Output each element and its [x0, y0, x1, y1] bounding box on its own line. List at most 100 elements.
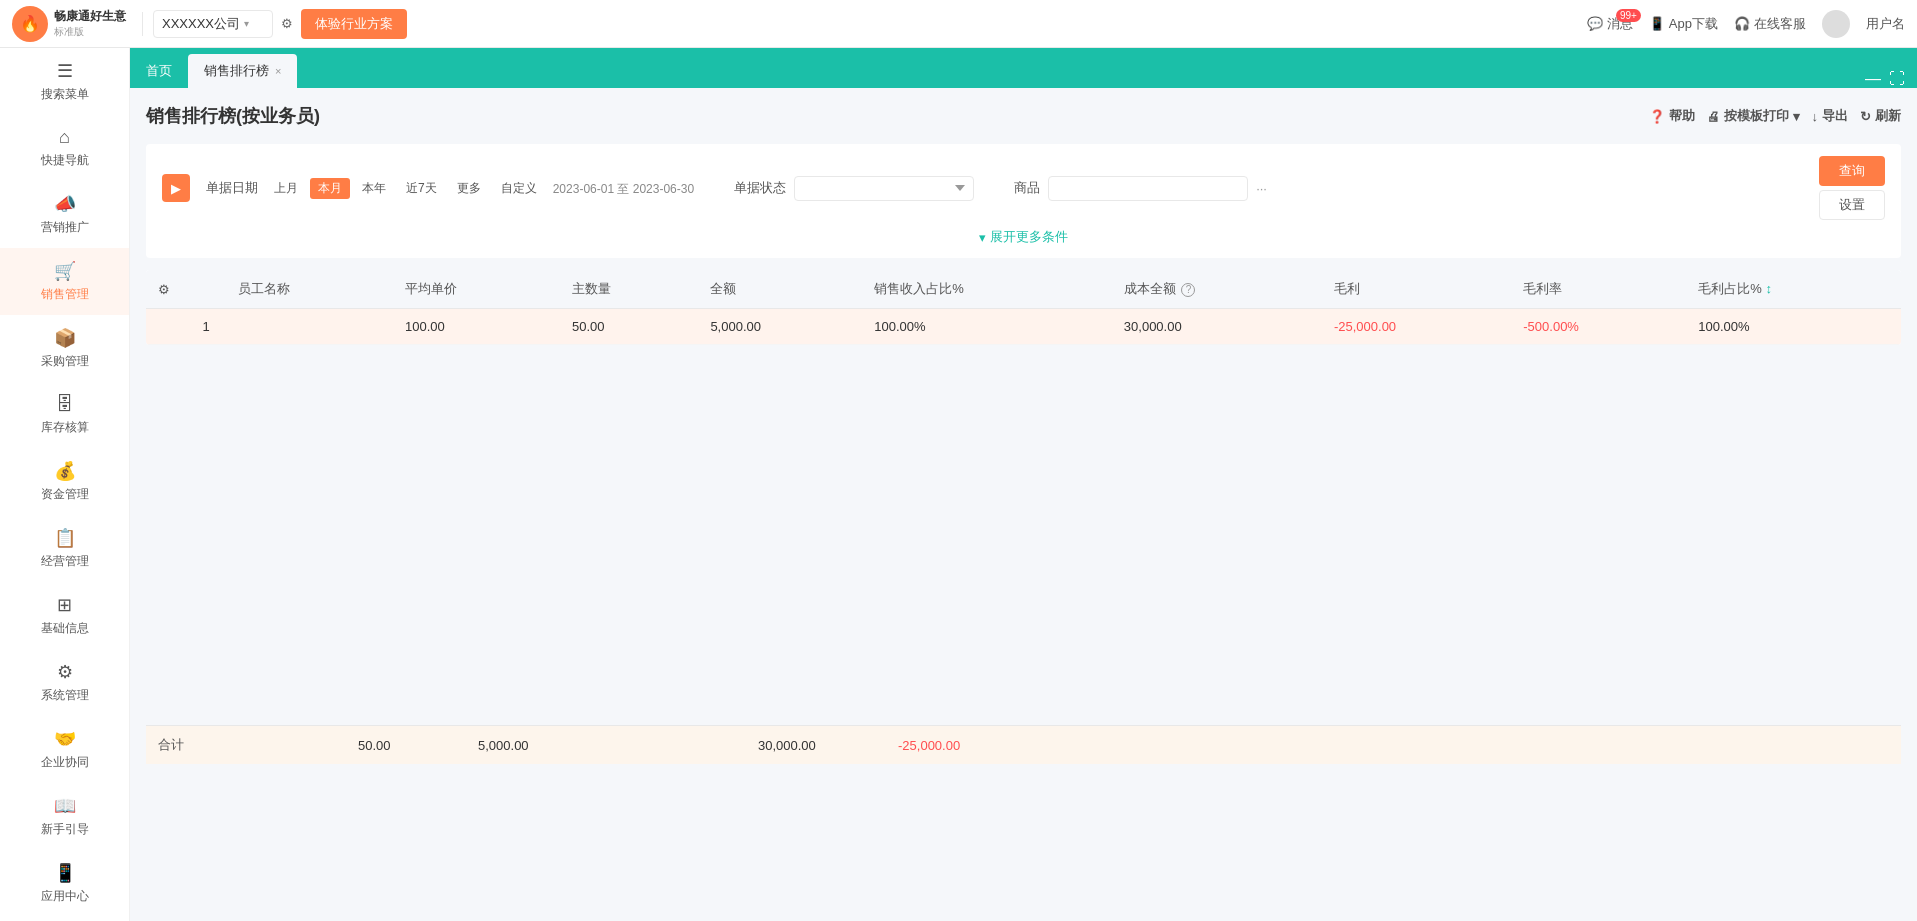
footer-row: 合计 50.00 5,000.00 30,000.00 -25,000.00: [158, 736, 1889, 754]
trial-button[interactable]: 体验行业方案: [301, 9, 407, 39]
sidebar-item-inventory[interactable]: 🗄 库存核算: [0, 382, 129, 448]
date-tab-this-year[interactable]: 本年: [354, 178, 394, 199]
message-badge: 99+: [1616, 9, 1641, 22]
status-filter: 单据状态: [734, 176, 974, 201]
system-icon: ⚙: [57, 661, 73, 683]
page-title: 销售排行榜(按业务员): [146, 104, 320, 128]
settings-button[interactable]: 设置: [1819, 190, 1885, 220]
footer-amount: 5,000.00: [478, 738, 618, 753]
th-cost: 成本全额 ?: [1112, 270, 1322, 309]
sidebar-item-search[interactable]: ☰ 搜索菜单: [0, 48, 129, 115]
sidebar-label-finance: 资金管理: [41, 486, 89, 503]
help-button[interactable]: ❓ 帮助: [1649, 107, 1695, 125]
brand-text: 畅康通好生意 标准版: [54, 8, 126, 39]
finance-icon: 💰: [54, 460, 76, 482]
template-print-button[interactable]: 🖨 按模板打印 ▾: [1707, 107, 1800, 125]
message-button[interactable]: 💬 消息 99+: [1587, 15, 1633, 33]
sidebar-label-operations: 经营管理: [41, 553, 89, 570]
expand-button[interactable]: ▾ 展开更多条件: [162, 228, 1885, 246]
row-gross: -25,000.00: [1322, 309, 1511, 345]
sidebar-label-sales: 销售管理: [41, 286, 89, 303]
sidebar-item-wechat[interactable]: 💬 企业微信: [0, 917, 129, 921]
date-tab-last-month[interactable]: 上月: [266, 178, 306, 199]
apps-icon: 📱: [54, 862, 76, 884]
print-chevron-icon: ▾: [1793, 109, 1800, 124]
row-name: [226, 309, 393, 345]
date-tab-more[interactable]: 更多: [449, 178, 489, 199]
date-tab-7days[interactable]: 近7天: [398, 178, 445, 199]
gross-pct-sort-icon[interactable]: ↕: [1765, 281, 1772, 296]
sidebar-item-guide[interactable]: 📖 新手引导: [0, 783, 129, 850]
row-gross-rate: -500.00%: [1511, 309, 1686, 345]
page-content: 销售排行榜(按业务员) ❓ 帮助 🖨 按模板打印 ▾ ↓: [130, 88, 1917, 921]
basic-info-icon: ⊞: [57, 594, 72, 616]
gear-button[interactable]: ⚙: [273, 10, 301, 38]
tab-minimize-icon[interactable]: —: [1865, 70, 1881, 88]
sidebar-label-guide: 新手引导: [41, 821, 89, 838]
avatar[interactable]: [1822, 10, 1850, 38]
expand-chevron-icon: ▾: [979, 230, 986, 245]
status-label: 单据状态: [734, 179, 786, 197]
date-tabs: 上月 本月 本年 近7天 更多 自定义: [266, 178, 545, 199]
data-table-container: ⚙ 员工名称 平均单价 主数量 全额 销售收入占比% 成本全额 ?: [146, 270, 1901, 345]
sidebar-item-marketing[interactable]: 📣 营销推广: [0, 181, 129, 248]
goods-input[interactable]: [1048, 176, 1248, 201]
sidebar-item-sales[interactable]: 🛒 销售管理: [0, 248, 129, 315]
th-settings[interactable]: ⚙: [146, 270, 186, 309]
more-filter-link[interactable]: ···: [1256, 181, 1267, 196]
top-bar: 🔥 畅康通好生意 标准版 XXXXXX公司 ▾ ⚙ 体验行业方案 💬 消息 99…: [0, 0, 1917, 48]
sidebar-label-quick-nav: 快捷导航: [41, 152, 89, 169]
main-area: ☰ 搜索菜单 ⌂ 快捷导航 📣 营销推广 🛒 销售管理 📦 采购管理 🗄 库: [0, 48, 1917, 921]
sidebar-item-system[interactable]: ⚙ 系统管理: [0, 649, 129, 716]
goods-filter: 商品 ···: [1014, 176, 1267, 201]
refresh-button[interactable]: ↻ 刷新: [1860, 107, 1901, 125]
company-selector[interactable]: XXXXXX公司 ▾: [153, 10, 273, 38]
status-select[interactable]: [794, 176, 974, 201]
tab-close-icon[interactable]: ×: [275, 65, 281, 77]
query-button[interactable]: 查询: [1819, 156, 1885, 186]
cost-info-icon[interactable]: ?: [1181, 283, 1195, 297]
sidebar-item-purchase[interactable]: 📦 采购管理: [0, 315, 129, 382]
company-name: XXXXXX公司: [162, 15, 240, 33]
sidebar-item-operations[interactable]: 📋 经营管理: [0, 515, 129, 582]
sidebar-item-enterprise[interactable]: 🤝 企业协同: [0, 716, 129, 783]
footer-gross: -25,000.00: [898, 738, 1038, 753]
th-amount: 全额: [698, 270, 862, 309]
purchase-icon: 📦: [54, 327, 76, 349]
date-tab-custom[interactable]: 自定义: [493, 178, 545, 199]
row-cost: 30,000.00: [1112, 309, 1322, 345]
footer-label: 合计: [158, 736, 358, 754]
sidebar-item-quick-nav[interactable]: ⌂ 快捷导航: [0, 115, 129, 181]
enterprise-icon: 🤝: [54, 728, 76, 750]
date-label: 单据日期: [206, 179, 258, 197]
row-avg-price: 100.00: [393, 309, 560, 345]
brand-logo: 🔥 畅康通好生意 标准版: [12, 6, 132, 42]
sidebar-label-apps: 应用中心: [41, 888, 89, 905]
tab-home[interactable]: 首页: [130, 54, 188, 88]
filter-expand-button[interactable]: ▶: [162, 174, 190, 202]
sidebar-item-basic-info[interactable]: ⊞ 基础信息: [0, 582, 129, 649]
sidebar-label-purchase: 采购管理: [41, 353, 89, 370]
online-service-button[interactable]: 🎧 在线客服: [1734, 15, 1806, 33]
sidebar-item-apps[interactable]: 📱 应用中心: [0, 850, 129, 917]
export-button[interactable]: ↓ 导出: [1812, 107, 1849, 125]
refresh-icon: ↻: [1860, 109, 1871, 124]
date-tab-this-month[interactable]: 本月: [310, 178, 350, 199]
tab-expand-icon[interactable]: ⛶: [1889, 70, 1905, 88]
data-table: ⚙ 员工名称 平均单价 主数量 全额 销售收入占比% 成本全额 ?: [146, 270, 1901, 345]
date-range: 2023-06-01 至 2023-06-30: [553, 181, 694, 198]
table-row: 1 100.00 50.00 5,000.00 100.00% 30,000.0…: [146, 309, 1901, 345]
table-footer: 合计 50.00 5,000.00 30,000.00 -25,000.00: [146, 725, 1901, 764]
sidebar-item-finance[interactable]: 💰 资金管理: [0, 448, 129, 515]
message-icon: 💬: [1587, 16, 1603, 31]
app-download-button[interactable]: 📱 App下载: [1649, 15, 1718, 33]
th-name: 员工名称: [226, 270, 393, 309]
tab-sales-ranking[interactable]: 销售排行榜 ×: [188, 54, 297, 88]
th-sales-pct: 销售收入占比%: [862, 270, 1112, 309]
table-header-row: ⚙ 员工名称 平均单价 主数量 全额 销售收入占比% 成本全额 ?: [146, 270, 1901, 309]
operations-icon: 📋: [54, 527, 76, 549]
goods-label: 商品: [1014, 179, 1040, 197]
th-gross: 毛利: [1322, 270, 1511, 309]
filter-row: ▶ 单据日期 上月 本月 本年 近7天 更多 自定义: [162, 156, 1885, 220]
help-icon: ❓: [1649, 109, 1665, 124]
